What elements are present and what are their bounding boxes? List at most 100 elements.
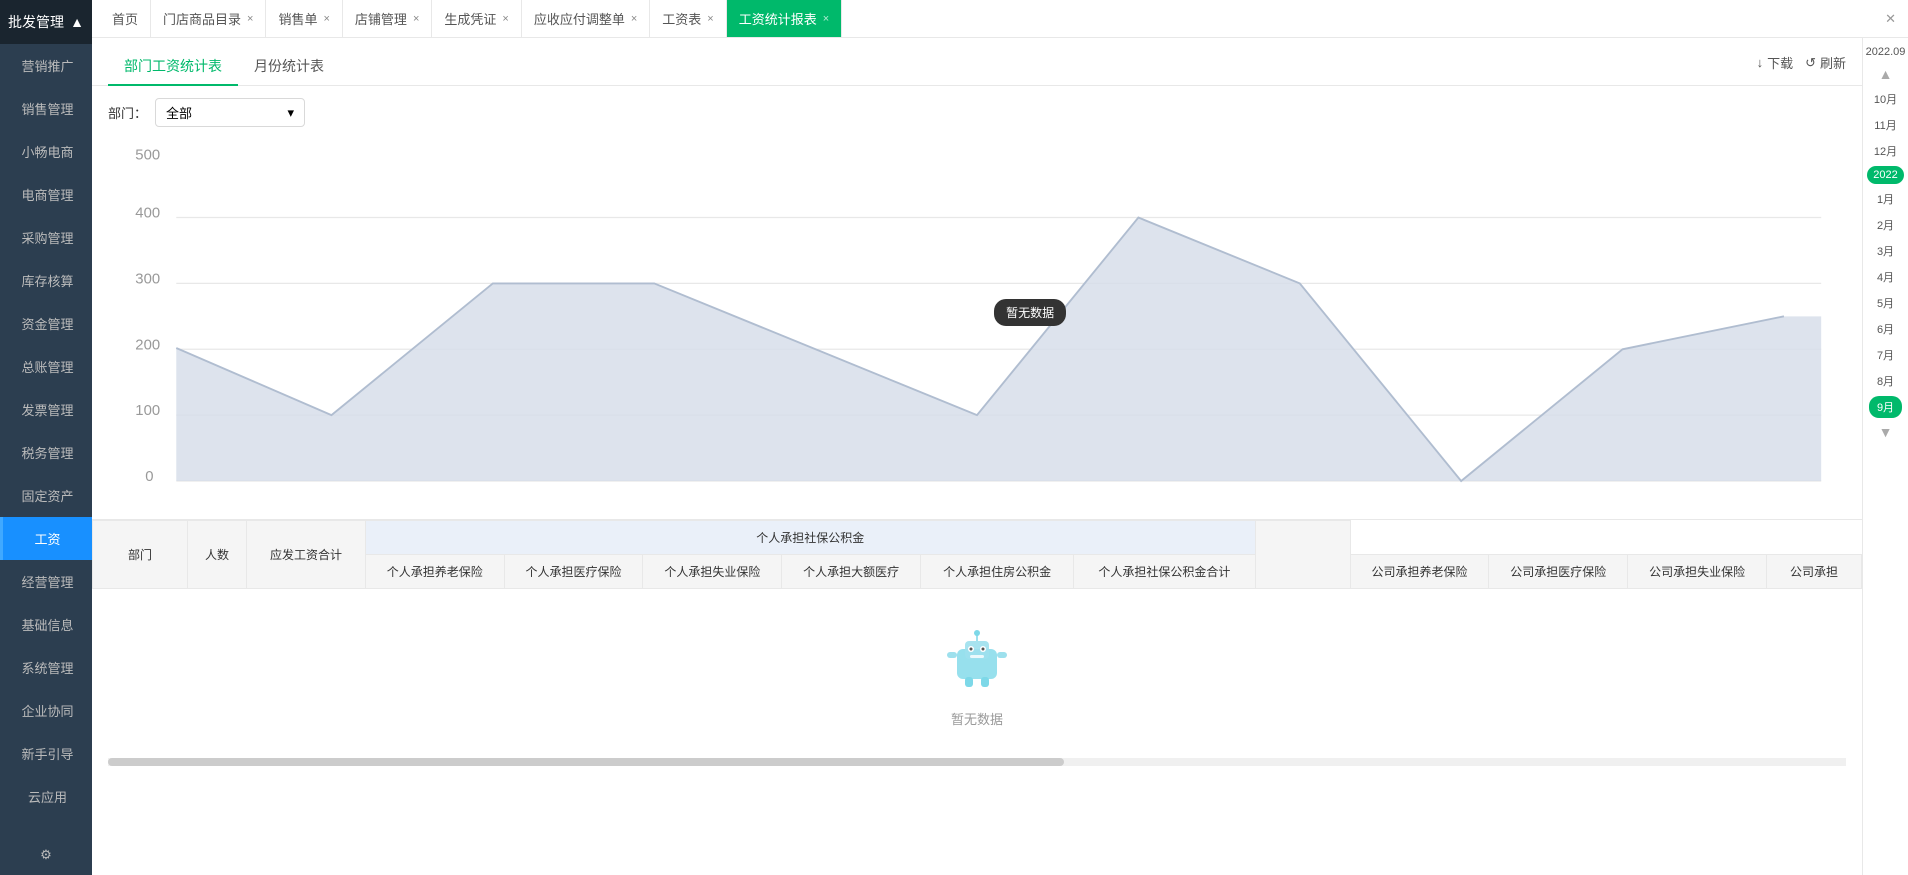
- sidebar-item-jichuxinxi[interactable]: 基础信息: [0, 603, 92, 646]
- tab-salary-sheet[interactable]: 工资表 ×: [650, 0, 726, 38]
- download-button[interactable]: ↓ 下载: [1757, 53, 1794, 72]
- empty-text: 暂无数据: [951, 709, 1003, 728]
- col-company-pension: 公司承担养老保险: [1350, 555, 1489, 589]
- tab-close-sales-order[interactable]: ×: [323, 13, 329, 25]
- sidebar-header[interactable]: 批发管理 ▲: [0, 0, 92, 44]
- svg-text:200: 200: [135, 336, 160, 353]
- tab-generate-voucher[interactable]: 生成凭证 ×: [432, 0, 521, 38]
- date-item-dec[interactable]: 12月: [1863, 138, 1908, 164]
- tab-close-store-catalog[interactable]: ×: [247, 13, 253, 25]
- col-group-personal-insurance: 个人承担社保公积金: [365, 521, 1255, 555]
- sidebar-item-dianshangguanli[interactable]: 电商管理: [0, 173, 92, 216]
- refresh-icon: ↺: [1805, 55, 1816, 71]
- col-company-other: 公司承担: [1767, 555, 1862, 589]
- tab-close-store-management[interactable]: ×: [413, 13, 419, 25]
- sidebar-toggle-icon: ▲: [70, 14, 84, 30]
- empty-robot-icon: [937, 619, 1017, 699]
- date-down-nav[interactable]: ▼: [1875, 420, 1897, 444]
- scrollbar-thumb[interactable]: [108, 758, 1064, 766]
- sidebar: 批发管理 ▲ 营销推广 销售管理 小畅电商 电商管理 采购管理 库存核算 资金管…: [0, 0, 92, 875]
- date-item-aug[interactable]: 8月: [1863, 368, 1908, 394]
- sidebar-item-xitongguanli[interactable]: 系统管理: [0, 646, 92, 689]
- date-item-apr[interactable]: 4月: [1863, 264, 1908, 290]
- sidebar-item-qiyexietong[interactable]: 企业协同: [0, 689, 92, 732]
- col-personal-unemployment: 个人承担失业保险: [643, 555, 782, 589]
- col-company-承担: [1255, 521, 1350, 589]
- date-item-may[interactable]: 5月: [1863, 290, 1908, 316]
- date-item-jan[interactable]: 1月: [1863, 186, 1908, 212]
- col-total-salary: 应发工资合计: [247, 521, 366, 589]
- col-personal-total: 个人承担社保公积金合计: [1074, 555, 1256, 589]
- filter-bar: 部门： 全部 ▾: [92, 86, 1862, 139]
- col-company-medical: 公司承担医疗保险: [1489, 555, 1628, 589]
- sub-tab-actions: ↓ 下载 ↺ 刷新: [1757, 53, 1846, 80]
- sidebar-title: 批发管理: [8, 12, 64, 32]
- download-icon: ↓: [1757, 55, 1764, 70]
- sidebar-item-fapiaomguanli[interactable]: 发票管理: [0, 388, 92, 431]
- sidebar-item-yingxiaotuiguang[interactable]: 营销推广: [0, 44, 92, 87]
- main-area: 首页 门店商品目录 × 销售单 × 店铺管理 × 生成凭证 × 应收应付调整单 …: [92, 0, 1908, 875]
- col-department: 部门: [93, 521, 188, 589]
- department-select[interactable]: 全部 ▾: [155, 98, 305, 127]
- department-filter-label: 部门：: [108, 103, 147, 122]
- svg-text:100: 100: [135, 402, 160, 419]
- date-item-feb[interactable]: 2月: [1863, 212, 1908, 238]
- sidebar-item-xiaochangdianshang[interactable]: 小畅电商: [0, 130, 92, 173]
- sidebar-item-yunyingyong[interactable]: 云应用: [0, 775, 92, 818]
- svg-text:0: 0: [145, 468, 153, 485]
- tab-store-management[interactable]: 店铺管理 ×: [343, 0, 432, 38]
- sidebar-item-zijinguanli[interactable]: 资金管理: [0, 302, 92, 345]
- refresh-button[interactable]: ↺ 刷新: [1805, 53, 1846, 72]
- tab-salary-report[interactable]: 工资统计报表 ×: [727, 0, 842, 38]
- date-item-sep[interactable]: 9月: [1869, 396, 1902, 418]
- horizontal-scrollbar[interactable]: [108, 758, 1846, 766]
- svg-text:400: 400: [135, 204, 160, 221]
- tab-close-salary-report[interactable]: ×: [823, 13, 829, 25]
- tab-bar: 首页 门店商品目录 × 销售单 × 店铺管理 × 生成凭证 × 应收应付调整单 …: [92, 0, 1908, 38]
- sidebar-item-caigouguanli[interactable]: 采购管理: [0, 216, 92, 259]
- sidebar-item-jingyingguanli[interactable]: 经营管理: [0, 560, 92, 603]
- sidebar-item-xinshouyindao[interactable]: 新手引导: [0, 732, 92, 775]
- main-panel: 部门工资统计表 月份统计表 ↓ 下载 ↺ 刷新: [92, 38, 1862, 875]
- date-item-nov[interactable]: 11月: [1863, 112, 1908, 138]
- tab-sales-order[interactable]: 销售单 ×: [266, 0, 342, 38]
- tab-close-generate-voucher[interactable]: ×: [502, 13, 508, 25]
- svg-text:300: 300: [135, 270, 160, 287]
- sidebar-item-gudingzichan[interactable]: 固定资产: [0, 474, 92, 517]
- sidebar-item-zhangguanli[interactable]: 总账管理: [0, 345, 92, 388]
- tab-bar-controls: ✕: [1881, 7, 1900, 31]
- close-all-icon[interactable]: ✕: [1881, 7, 1900, 31]
- sidebar-item-xiaoshouguanli[interactable]: 销售管理: [0, 87, 92, 130]
- col-headcount: 人数: [187, 521, 246, 589]
- empty-state: 暂无数据: [92, 589, 1862, 758]
- tab-store-catalog[interactable]: 门店商品目录 ×: [151, 0, 266, 38]
- date-item-year-2022[interactable]: 2022: [1867, 166, 1903, 184]
- date-item-jul[interactable]: 7月: [1863, 342, 1908, 368]
- date-item-mar[interactable]: 3月: [1863, 238, 1908, 264]
- date-current-label: 2022.09: [1864, 42, 1908, 62]
- sub-tabs: 部门工资统计表 月份统计表: [108, 48, 340, 85]
- tab-close-ar-ap-adjust[interactable]: ×: [631, 13, 637, 25]
- table-container: 部门 人数 应发工资合计 个人承担社保公积金 个人承担养老保险 个人承担医疗保险…: [92, 519, 1862, 770]
- col-personal-pension: 个人承担养老保险: [365, 555, 504, 589]
- tab-homepage[interactable]: 首页: [100, 0, 151, 38]
- settings-button[interactable]: ⚙: [0, 835, 92, 875]
- date-panel: 2022.09 ▲ 10月 11月 12月 2022 1月 2月 3月 4月 5…: [1862, 38, 1908, 875]
- date-item-oct[interactable]: 10月: [1863, 86, 1908, 112]
- sidebar-item-shuiwuguanli[interactable]: 税务管理: [0, 431, 92, 474]
- tab-department-salary[interactable]: 部门工资统计表: [108, 48, 238, 86]
- chevron-down-icon: ▾: [287, 105, 294, 121]
- sidebar-item-gongzi[interactable]: 工资: [0, 517, 92, 560]
- date-item-jun[interactable]: 6月: [1863, 316, 1908, 342]
- col-personal-medical: 个人承担医疗保险: [504, 555, 643, 589]
- content-area: 部门工资统计表 月份统计表 ↓ 下载 ↺ 刷新: [92, 38, 1908, 875]
- tab-close-salary-sheet[interactable]: ×: [707, 13, 713, 25]
- tab-ar-ap-adjust[interactable]: 应收应付调整单 ×: [522, 0, 650, 38]
- gear-icon: ⚙: [40, 847, 52, 862]
- col-personal-housing-fund: 个人承担住房公积金: [921, 555, 1074, 589]
- col-personal-major-medical: 个人承担大额医疗: [782, 555, 921, 589]
- tab-monthly-stats[interactable]: 月份统计表: [238, 48, 340, 86]
- sidebar-item-kucunhesuan[interactable]: 库存核算: [0, 259, 92, 302]
- svg-text:500: 500: [135, 146, 160, 163]
- date-up-nav[interactable]: ▲: [1875, 62, 1897, 86]
